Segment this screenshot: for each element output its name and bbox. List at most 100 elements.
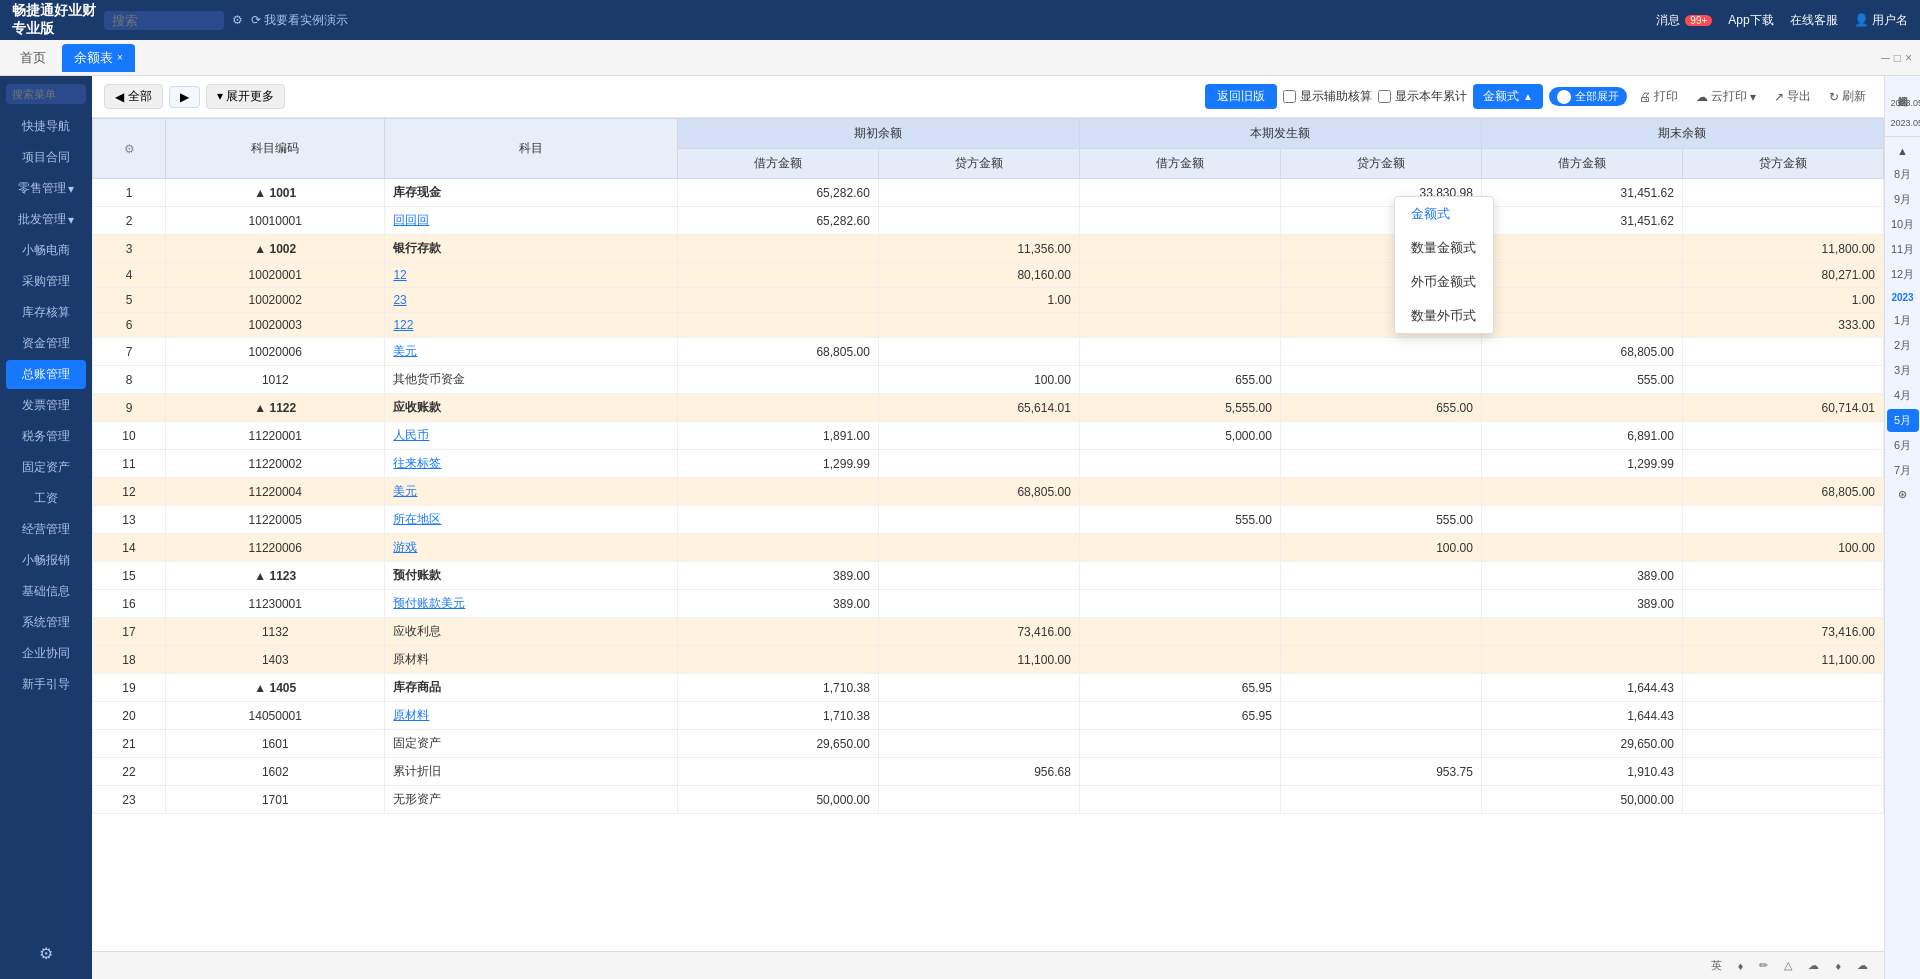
cell-subject[interactable]: 游戏 [385, 534, 677, 562]
cell-subject[interactable]: 12 [385, 263, 677, 288]
period-9[interactable]: 9月 [1887, 188, 1919, 211]
sidebar-item-salary[interactable]: 工资 [6, 484, 86, 513]
cell-code[interactable]: 11220006 [166, 534, 385, 562]
cell-subject[interactable]: 人民币 [385, 422, 677, 450]
period-down-icon[interactable]: ⊛ [1887, 484, 1919, 505]
return-old-btn[interactable]: 返回旧版 [1205, 84, 1277, 109]
table-settings-icon[interactable]: ⚙ [124, 142, 135, 156]
cell-subject[interactable]: 预付账款美元 [385, 590, 677, 618]
dropdown-item-foreign-amount[interactable]: 外币金额式 [1395, 265, 1493, 299]
cloud-print-btn[interactable]: ☁ 云打印 ▾ [1690, 85, 1762, 108]
cell-code[interactable]: 11220004 [166, 478, 385, 506]
sidebar-item-ledger[interactable]: 总账管理 [6, 360, 86, 389]
cell-code[interactable]: 1012 [166, 366, 385, 394]
sidebar-item-invoice[interactable]: 发票管理 [6, 391, 86, 420]
sidebar-item-guide[interactable]: 新手引导 [6, 670, 86, 699]
edit-icon[interactable]: ✏ [1755, 957, 1772, 974]
period-2023-05-2[interactable]: 2023.05 [1887, 114, 1919, 132]
show-aux-label[interactable]: 显示辅助核算 [1283, 88, 1372, 105]
lang-btn[interactable]: 英 [1707, 956, 1726, 975]
cell-code[interactable]: 14050001 [166, 702, 385, 730]
show-aux-checkbox[interactable] [1283, 90, 1296, 103]
cell-code[interactable]: 1132 [166, 618, 385, 646]
cell-subject[interactable]: 美元 [385, 338, 677, 366]
sidebar-item-quick-nav[interactable]: 快捷导航 [6, 112, 86, 141]
window-minimize-btn[interactable]: ─ [1881, 51, 1890, 65]
sidebar-item-purchase[interactable]: 采购管理 [6, 267, 86, 296]
period-5[interactable]: 5月 [1887, 409, 1919, 432]
demo-link[interactable]: ⟳ 我要看实例演示 [251, 12, 348, 29]
print-btn[interactable]: 🖨 打印 [1633, 85, 1684, 108]
cell-code[interactable]: 1601 [166, 730, 385, 758]
cell-code[interactable]: 1403 [166, 646, 385, 674]
period-6[interactable]: 6月 [1887, 434, 1919, 457]
all-btn[interactable]: ◀ 全部 [104, 84, 163, 109]
sidebar-item-operations[interactable]: 经营管理 [6, 515, 86, 544]
period-4[interactable]: 4月 [1887, 384, 1919, 407]
cell-subject[interactable]: 23 [385, 288, 677, 313]
sidebar-item-inventory[interactable]: 库存核算 [6, 298, 86, 327]
app-download-btn[interactable]: App下载 [1728, 12, 1773, 29]
diamond2-icon[interactable]: ♦ [1831, 958, 1845, 974]
cell-code[interactable]: 11220001 [166, 422, 385, 450]
export-btn[interactable]: ↗ 导出 [1768, 85, 1817, 108]
sidebar-item-assets[interactable]: 固定资产 [6, 453, 86, 482]
dropdown-item-qty-amount[interactable]: 数量金额式 [1395, 231, 1493, 265]
triangle-icon[interactable]: △ [1780, 957, 1796, 974]
refresh-btn[interactable]: ↻ 刷新 [1823, 85, 1872, 108]
search-input[interactable] [104, 11, 224, 30]
show-ytd-label[interactable]: 显示本年累计 [1378, 88, 1467, 105]
period-7[interactable]: 7月 [1887, 459, 1919, 482]
tab-close-icon[interactable]: × [117, 52, 123, 63]
cell-code[interactable]: 10020003 [166, 313, 385, 338]
cell-subject[interactable]: 所在地区 [385, 506, 677, 534]
cloud-icon[interactable]: ☁ [1804, 957, 1823, 974]
period-header[interactable]: 期间选择 [1892, 84, 1914, 92]
cell-code[interactable]: 10010001 [166, 207, 385, 235]
cell-code[interactable]: 11220002 [166, 450, 385, 478]
cell-subject[interactable]: 122 [385, 313, 677, 338]
cell-code[interactable]: 10020001 [166, 263, 385, 288]
user-avatar[interactable]: 👤 用户名 [1854, 12, 1908, 29]
period-1[interactable]: 1月 [1887, 309, 1919, 332]
tab-home[interactable]: 首页 [8, 44, 58, 72]
cloud2-icon[interactable]: ☁ [1853, 957, 1872, 974]
dropdown-item-amount[interactable]: 金额式 [1395, 197, 1493, 231]
period-12[interactable]: 12月 [1887, 263, 1919, 286]
period-3[interactable]: 3月 [1887, 359, 1919, 382]
window-close-btn[interactable]: × [1905, 51, 1912, 65]
nav-btn[interactable]: ▶ [169, 86, 200, 108]
cell-subject[interactable]: 原材料 [385, 702, 677, 730]
dropdown-item-qty-foreign[interactable]: 数量外币式 [1395, 299, 1493, 333]
show-ytd-checkbox[interactable] [1378, 90, 1391, 103]
sidebar-item-reports[interactable]: 小畅报销 [6, 546, 86, 575]
sidebar-item-fund[interactable]: 资金管理 [6, 329, 86, 358]
tab-balance[interactable]: 余额表 × [62, 44, 135, 72]
sidebar-item-ecommerce[interactable]: 小畅电商 [6, 236, 86, 265]
online-service-btn[interactable]: 在线客服 [1790, 12, 1838, 29]
sidebar-item-tax[interactable]: 税务管理 [6, 422, 86, 451]
sidebar-search-input[interactable] [6, 84, 86, 104]
period-2023-05-1[interactable]: 2023.05 [1887, 94, 1919, 112]
cell-subject[interactable]: 回回回 [385, 207, 677, 235]
settings-icon[interactable]: ⚙ [232, 13, 243, 27]
sidebar-item-retail[interactable]: 零售管理▾ [6, 174, 86, 203]
period-2[interactable]: 2月 [1887, 334, 1919, 357]
cell-subject[interactable]: 往来标签 [385, 450, 677, 478]
sidebar-item-system[interactable]: 系统管理 [6, 608, 86, 637]
sidebar-item-cooperation[interactable]: 企业协同 [6, 639, 86, 668]
sidebar-item-basic[interactable]: 基础信息 [6, 577, 86, 606]
cell-code[interactable]: 11230001 [166, 590, 385, 618]
sidebar-gear-icon[interactable]: ⚙ [31, 936, 61, 971]
sidebar-item-project[interactable]: 项目合同 [6, 143, 86, 172]
cell-code[interactable]: 1701 [166, 786, 385, 814]
amount-mode-dropdown[interactable]: 金额式 ▲ [1473, 84, 1543, 109]
sidebar-item-wholesale[interactable]: 批发管理▾ [6, 205, 86, 234]
diamond-icon[interactable]: ♦ [1734, 958, 1748, 974]
period-8[interactable]: 8月 [1887, 163, 1919, 186]
window-maximize-btn[interactable]: □ [1894, 51, 1901, 65]
period-up-icon[interactable]: ▲ [1887, 141, 1919, 161]
cell-code[interactable]: 10020006 [166, 338, 385, 366]
period-11[interactable]: 11月 [1887, 238, 1919, 261]
expand-more-btn[interactable]: ▾ 展开更多 [206, 84, 285, 109]
